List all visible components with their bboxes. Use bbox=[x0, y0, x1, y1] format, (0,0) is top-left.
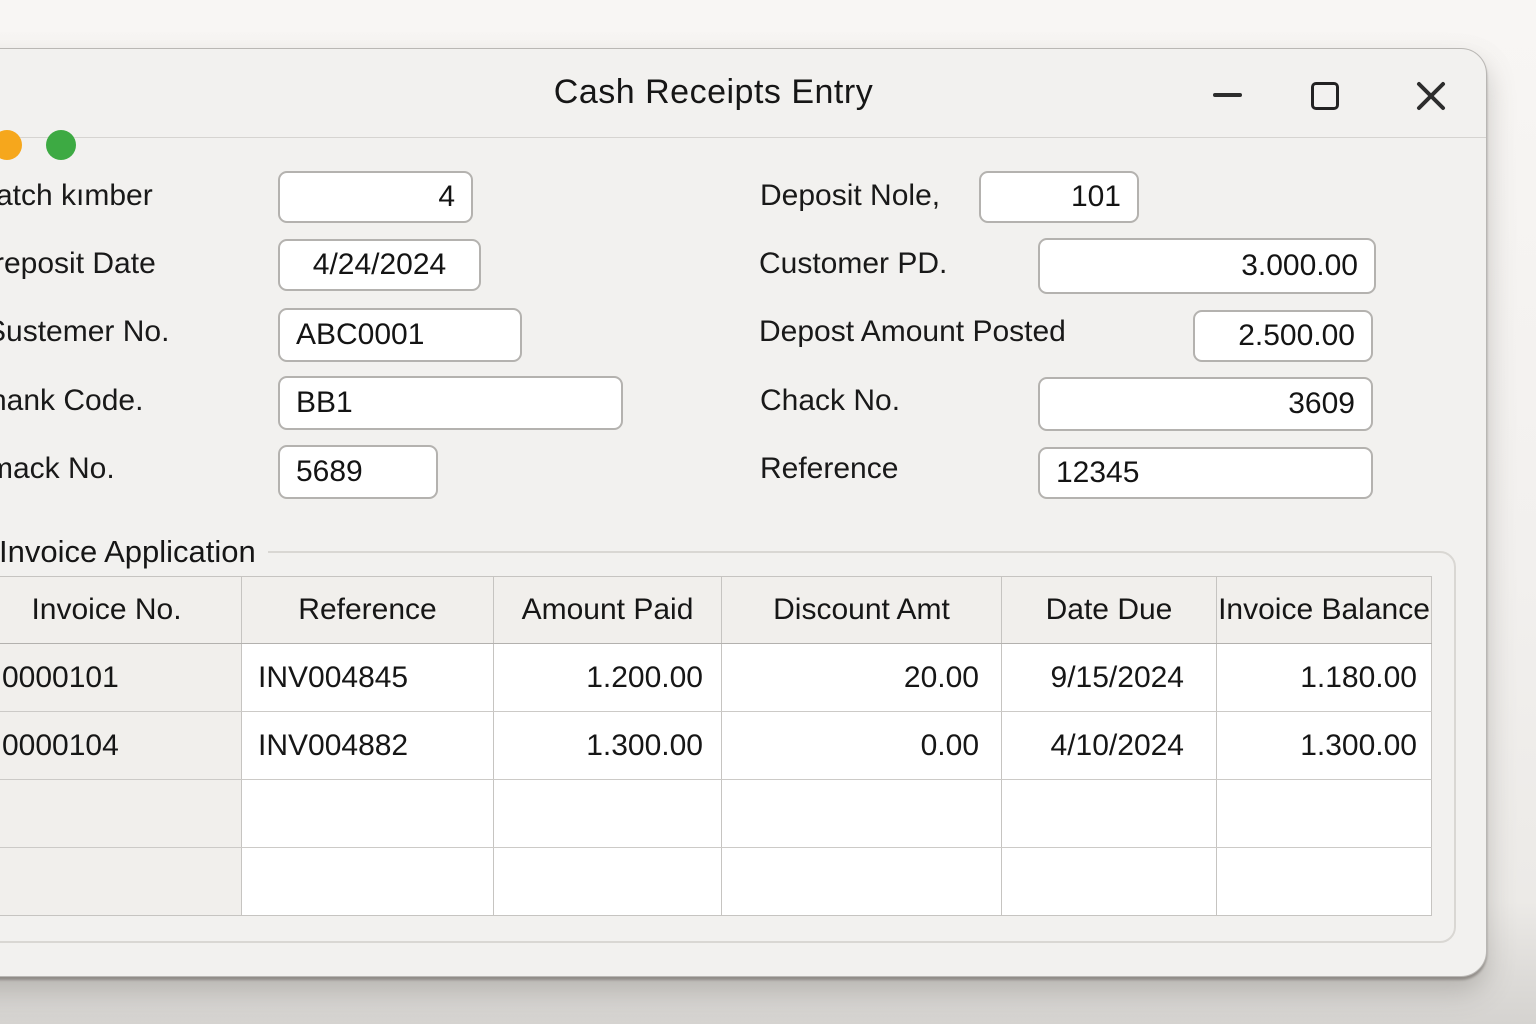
cell-reference[interactable] bbox=[241, 847, 494, 916]
cell-date-due[interactable] bbox=[1001, 779, 1217, 848]
cell-amount-paid[interactable]: 1.200.00 bbox=[493, 643, 722, 712]
bank-code-label: hank Code. bbox=[0, 384, 144, 417]
cell-amount-paid[interactable] bbox=[493, 779, 722, 848]
cell-invoice-no[interactable] bbox=[0, 847, 242, 916]
customer-pd-field[interactable] bbox=[1038, 238, 1376, 294]
cell-discount-amt[interactable] bbox=[721, 779, 1002, 848]
deposit-note-label: Deposit Nole, bbox=[760, 179, 941, 212]
deposit-amount-posted-field[interactable] bbox=[1193, 310, 1373, 362]
cell-invoice-no[interactable] bbox=[0, 779, 242, 848]
app-window: Cash Receipts Entry atch kımber reposit … bbox=[0, 48, 1487, 977]
cell-invoice-balance[interactable] bbox=[1216, 847, 1432, 916]
cell-discount-amt[interactable]: 20.00 bbox=[721, 643, 1002, 712]
col-header-amount-paid: Amount Paid bbox=[493, 576, 722, 644]
bank-code-field[interactable] bbox=[278, 376, 623, 430]
customer-pd-label: Customer PD. bbox=[759, 247, 948, 280]
cell-invoice-no[interactable]: 0000101 bbox=[0, 643, 242, 712]
col-header-reference: Reference bbox=[241, 576, 494, 644]
deposit-date-label: reposit Date bbox=[0, 247, 156, 280]
maximize-icon[interactable] bbox=[1311, 82, 1339, 110]
desktop-background: Cash Receipts Entry atch kımber reposit … bbox=[0, 0, 1536, 1024]
check-no-right-field[interactable] bbox=[1038, 377, 1373, 431]
invoice-table: Invoice No. Reference Amount Paid Discou… bbox=[0, 576, 1432, 916]
cell-amount-paid[interactable]: 1.300.00 bbox=[493, 711, 722, 780]
reference-field[interactable] bbox=[1038, 447, 1373, 499]
deposit-amount-posted-label: Depost Amount Posted bbox=[759, 315, 1066, 348]
customer-no-field[interactable] bbox=[278, 308, 522, 362]
cell-reference[interactable]: INV004845 bbox=[241, 643, 494, 712]
cell-invoice-no[interactable]: 0000104 bbox=[0, 711, 242, 780]
cell-invoice-balance[interactable]: 1.300.00 bbox=[1216, 711, 1432, 780]
table-row-empty bbox=[0, 779, 1432, 848]
deposit-date-field[interactable] bbox=[278, 239, 481, 291]
cell-discount-amt[interactable] bbox=[721, 847, 1002, 916]
invoice-table-header-row: Invoice No. Reference Amount Paid Discou… bbox=[0, 576, 1432, 644]
col-header-date-due: Date Due bbox=[1001, 576, 1217, 644]
check-no-field[interactable] bbox=[278, 445, 438, 499]
customer-no-label: Sustemer No. bbox=[0, 315, 170, 348]
table-row: 0000101 INV004845 1.200.00 20.00 9/15/20… bbox=[0, 643, 1432, 712]
col-header-discount-amt: Discount Amt bbox=[721, 576, 1002, 644]
reference-label: Reference bbox=[760, 452, 899, 485]
cell-date-due[interactable] bbox=[1001, 847, 1217, 916]
check-no-right-label: Chack No. bbox=[760, 384, 901, 417]
cell-invoice-balance[interactable]: 1.180.00 bbox=[1216, 643, 1432, 712]
cell-discount-amt[interactable]: 0.00 bbox=[721, 711, 1002, 780]
table-row-empty bbox=[0, 847, 1432, 916]
cell-amount-paid[interactable] bbox=[493, 847, 722, 916]
deposit-note-field[interactable] bbox=[979, 171, 1139, 223]
cell-date-due[interactable]: 4/10/2024 bbox=[1001, 711, 1217, 780]
form-area: atch kımber reposit Date Sustemer No. ha… bbox=[0, 138, 1536, 976]
batch-number-label: atch kımber bbox=[0, 179, 153, 212]
close-icon[interactable] bbox=[1412, 77, 1450, 115]
minimize-icon[interactable] bbox=[1213, 93, 1242, 97]
titlebar[interactable]: Cash Receipts Entry bbox=[0, 49, 1486, 160]
invoice-application-title: Invoice Application bbox=[0, 534, 268, 570]
cell-invoice-balance[interactable] bbox=[1216, 779, 1432, 848]
table-row: 0000104 INV004882 1.300.00 0.00 4/10/202… bbox=[0, 711, 1432, 780]
col-header-invoice-balance: Invoice Balance bbox=[1216, 576, 1432, 644]
cell-date-due[interactable]: 9/15/2024 bbox=[1001, 643, 1217, 712]
batch-number-field[interactable] bbox=[278, 171, 473, 223]
check-no-label: mack No. bbox=[0, 452, 115, 485]
cell-reference[interactable] bbox=[241, 779, 494, 848]
window-title: Cash Receipts Entry bbox=[553, 73, 874, 111]
cell-reference[interactable]: INV004882 bbox=[241, 711, 494, 780]
col-header-invoice-no: Invoice No. bbox=[0, 576, 242, 644]
